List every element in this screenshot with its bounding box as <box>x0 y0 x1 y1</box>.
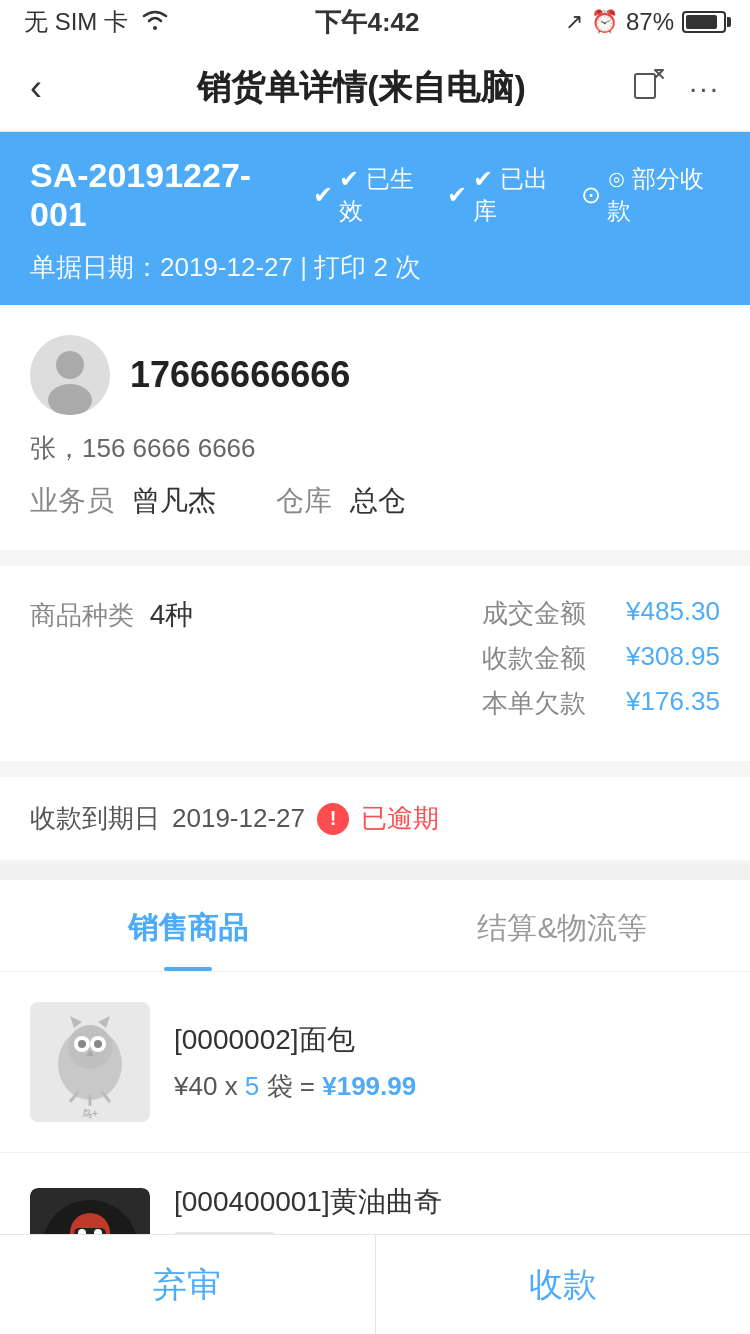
due-date-value: 2019-12-27 <box>172 803 305 834</box>
bottom-action-bar: 弃审 收款 <box>0 1234 750 1334</box>
customer-id: 17666666666 <box>130 354 350 396</box>
order-badges: ✔ ✔ 已生效 ✔ ✔ 已出库 ⊙ ⊙ 部分收款 <box>313 163 720 227</box>
nav-bar: ‹ 销货单详情(来自电脑) ··· <box>0 44 750 132</box>
section-divider <box>0 864 750 880</box>
more-icon[interactable]: ··· <box>689 71 720 105</box>
product-name-1: [0000002]面包 <box>174 1021 720 1059</box>
product-types-value: 4种 <box>150 599 194 630</box>
tab-settlement[interactable]: 结算&物流等 <box>375 880 750 971</box>
clock-icon: ⊙ <box>581 181 601 209</box>
arrears-label: 本单欠款 <box>482 686 586 721</box>
badge-shipped: ✔ ✔ 已出库 <box>447 163 565 227</box>
svg-rect-0 <box>635 74 655 98</box>
status-bar: 无 SIM 卡 下午4:42 ↗ ⏰ 87% <box>0 0 750 44</box>
nav-actions: ··· <box>633 68 720 107</box>
carrier-text: 无 SIM 卡 <box>24 6 128 38</box>
warehouse-label: 仓库 <box>276 485 332 516</box>
tab-bar: 销售商品 结算&物流等 <box>0 880 750 972</box>
check-icon-2: ✔ <box>447 181 467 209</box>
back-button[interactable]: ‹ <box>30 67 90 109</box>
product-total-1: ¥199.99 <box>322 1071 416 1101</box>
transaction-row: 成交金额 ¥485.30 <box>482 596 720 631</box>
receipt-row: 收款金额 ¥308.95 <box>482 641 720 676</box>
staff-value: 曾凡杰 <box>132 485 216 516</box>
location-icon: ↗ <box>565 9 583 35</box>
status-time: 下午4:42 <box>315 5 419 40</box>
overdue-badge-icon: ! <box>317 803 349 835</box>
svg-point-3 <box>48 384 92 415</box>
battery-icon <box>682 11 726 33</box>
order-header-banner: SA-20191227-001 ✔ ✔ 已生效 ✔ ✔ 已出库 ⊙ ⊙ 部分收款… <box>0 132 750 305</box>
status-right: ↗ ⏰ 87% <box>565 8 726 36</box>
product-thumbnail-1: 鸟+ <box>30 1002 150 1122</box>
due-date-label: 收款到期日 <box>30 801 160 836</box>
svg-point-2 <box>56 351 84 379</box>
transaction-label: 成交金额 <box>482 596 586 631</box>
amount-section: 商品种类 4种 成交金额 ¥485.30 收款金额 ¥308.95 本单欠款 ¥… <box>0 566 750 761</box>
avatar <box>30 335 110 415</box>
product-types-label: 商品种类 <box>30 600 134 630</box>
wifi-icon <box>140 8 170 36</box>
product-info-1: [0000002]面包 ¥40 x 5 袋 = ¥199.99 <box>174 1021 720 1104</box>
page-title: 销货单详情(来自电脑) <box>197 65 526 111</box>
check-icon-1: ✔ <box>313 181 333 209</box>
tab-products[interactable]: 销售商品 <box>0 880 375 971</box>
receipt-value: ¥308.95 <box>626 641 720 676</box>
svg-point-9 <box>78 1040 86 1048</box>
collect-payment-button[interactable]: 收款 <box>376 1235 751 1334</box>
staff-info: 业务员 曾凡杰 仓库 总仓 <box>30 482 720 520</box>
customer-section: 17666666666 张，156 6666 6666 业务员 曾凡杰 仓库 总… <box>0 305 750 550</box>
due-date-section: 收款到期日 2019-12-27 ! 已逾期 <box>0 777 750 860</box>
staff-label: 业务员 <box>30 485 114 516</box>
arrears-value: ¥176.35 <box>626 686 720 721</box>
alarm-icon: ⏰ <box>591 9 618 35</box>
product-qty-1: 5 <box>245 1071 259 1101</box>
arrears-row: 本单欠款 ¥176.35 <box>482 686 720 721</box>
cancel-audit-button[interactable]: 弃审 <box>0 1235 376 1334</box>
badge-partial-payment: ⊙ ⊙ 部分收款 <box>581 163 720 227</box>
amounts-right: 成交金额 ¥485.30 收款金额 ¥308.95 本单欠款 ¥176.35 <box>482 596 720 731</box>
svg-text:鸟+: 鸟+ <box>82 1108 98 1119</box>
order-date-print: 单据日期：2019-12-27 | 打印 2 次 <box>30 250 720 285</box>
list-item: 鸟+ [0000002]面包 ¥40 x 5 袋 = ¥199.99 <box>0 972 750 1153</box>
overdue-text: 已逾期 <box>361 801 439 836</box>
transaction-value: ¥485.30 <box>626 596 720 631</box>
receipt-label: 收款金额 <box>482 641 586 676</box>
product-name-2: [000400001]黄油曲奇 <box>174 1183 720 1221</box>
svg-point-10 <box>94 1040 102 1048</box>
share-icon[interactable] <box>633 68 665 107</box>
battery-percent: 87% <box>626 8 674 36</box>
order-id: SA-20191227-001 <box>30 156 293 234</box>
badge-effective: ✔ ✔ 已生效 <box>313 163 431 227</box>
product-price-1: ¥40 x 5 袋 = ¥199.99 <box>174 1069 720 1104</box>
warehouse-value: 总仓 <box>350 485 406 516</box>
product-types-info: 商品种类 4种 <box>30 596 193 731</box>
customer-detail: 张，156 6666 6666 <box>30 431 720 466</box>
status-left: 无 SIM 卡 <box>24 6 170 38</box>
